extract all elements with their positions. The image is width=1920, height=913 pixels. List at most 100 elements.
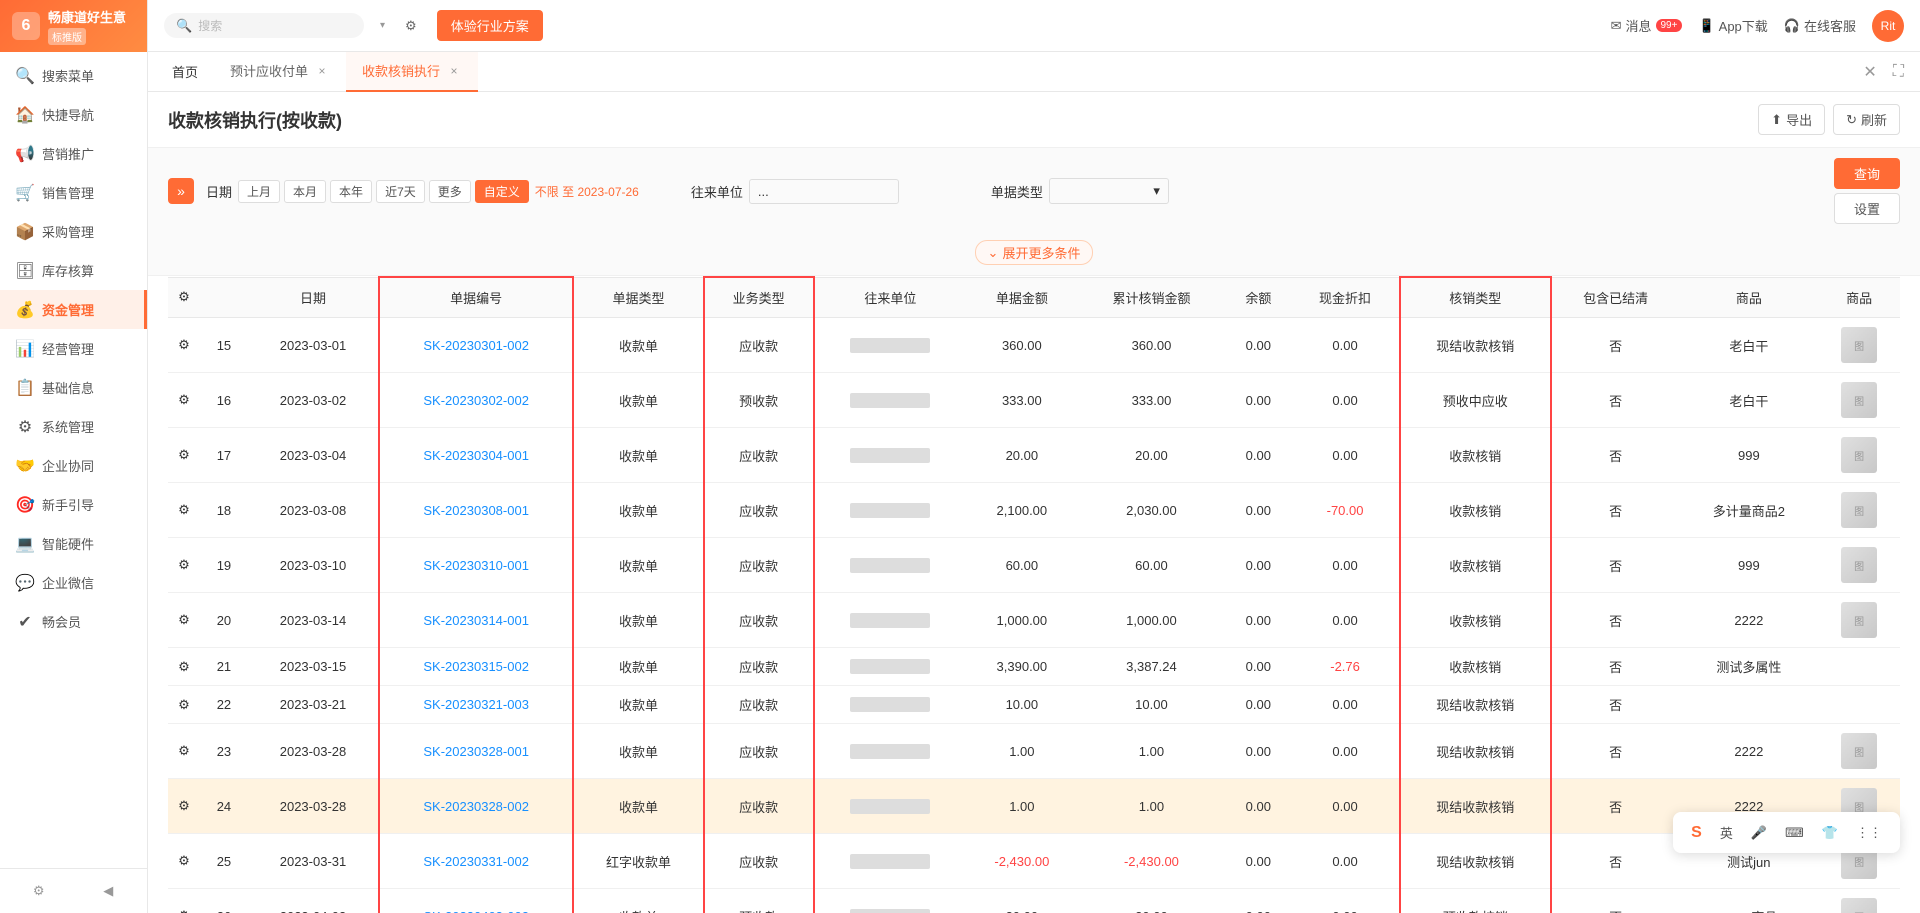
sidebar-item-member[interactable]: ✔ 畅会员 (0, 602, 147, 641)
sidebar-item-enterprise[interactable]: 🤝 企业协同 (0, 446, 147, 485)
cell-settings[interactable]: ⚙ (168, 538, 200, 593)
table-row[interactable]: ⚙ 25 2023-03-31 SK-20230331-002 红字收款单 应收… (168, 834, 1900, 889)
float-eng-btn[interactable]: 英 (1712, 818, 1741, 847)
col-header-cancel-type[interactable]: 核销类型 (1400, 277, 1551, 318)
filter-partner-input[interactable]: ... (749, 179, 899, 204)
cell-order-no[interactable]: SK-20230308-001 (379, 483, 573, 538)
sidebar-item-shortcut[interactable]: 🏠 快捷导航 (0, 95, 147, 134)
tab-home[interactable]: 首页 (156, 52, 214, 92)
col-header-biz-type[interactable]: 业务类型 (704, 277, 814, 318)
float-keyboard-btn[interactable]: ⌨ (1777, 820, 1812, 846)
tab-receipt[interactable]: 收款核销执行 × (346, 52, 478, 92)
table-row[interactable]: ⚙ 19 2023-03-10 SK-20230310-001 收款单 应收款 … (168, 538, 1900, 593)
col-header-amount[interactable]: 单据金额 (966, 277, 1077, 318)
filter-custom-btn[interactable]: 自定义 (475, 180, 529, 203)
filter-this-month-btn[interactable]: 本月 (284, 180, 326, 203)
cell-order-no[interactable]: SK-20230301-002 (379, 318, 573, 373)
cell-settings[interactable]: ⚙ (168, 428, 200, 483)
table-row[interactable]: ⚙ 17 2023-03-04 SK-20230304-001 收款单 应收款 … (168, 428, 1900, 483)
tab-prepay-close[interactable]: × (314, 63, 330, 79)
table-row[interactable]: ⚙ 23 2023-03-28 SK-20230328-001 收款单 应收款 … (168, 724, 1900, 779)
table-row[interactable]: ⚙ 22 2023-03-21 SK-20230321-003 收款单 应收款 … (168, 686, 1900, 724)
sidebar-item-hardware[interactable]: 💻 智能硬件 (0, 524, 147, 563)
cell-settings[interactable]: ⚙ (168, 593, 200, 648)
table-row[interactable]: ⚙ 21 2023-03-15 SK-20230315-002 收款单 应收款 … (168, 648, 1900, 686)
cell-settings[interactable]: ⚙ (168, 483, 200, 538)
cell-settings[interactable]: ⚙ (168, 724, 200, 779)
cell-order-no[interactable]: SK-20230328-001 (379, 724, 573, 779)
cell-order-no[interactable]: SK-20230328-002 (379, 779, 573, 834)
tab-receipt-close[interactable]: × (446, 63, 462, 79)
filter-last-month-btn[interactable]: 上月 (238, 180, 280, 203)
filter-expand-btn[interactable]: » (168, 178, 194, 204)
cell-settings[interactable]: ⚙ (168, 834, 200, 889)
sidebar-item-purchase[interactable]: 📦 采购管理 (0, 212, 147, 251)
sidebar-item-marketing[interactable]: 📢 营销推广 (0, 134, 147, 173)
col-header-receipt-type[interactable]: 单据类型 (573, 277, 703, 318)
col-header-date[interactable]: 日期 (248, 277, 379, 318)
table-row[interactable]: ⚙ 26 2023-04-03 SK-20230403-002 收款单 预收款 … (168, 889, 1900, 913)
cell-settings[interactable]: ⚙ (168, 318, 200, 373)
cell-order-no[interactable]: SK-20230310-001 (379, 538, 573, 593)
tab-close-all-btn[interactable]: ✕ (1859, 58, 1880, 86)
cell-settings[interactable]: ⚙ (168, 373, 200, 428)
col-header-balance[interactable]: 余额 (1225, 277, 1291, 318)
float-shirt-btn[interactable]: 👕 (1814, 820, 1846, 846)
sidebar-item-system[interactable]: ⚙ 系统管理 (0, 407, 147, 446)
table-row[interactable]: ⚙ 24 2023-03-28 SK-20230328-002 收款单 应收款 … (168, 779, 1900, 834)
cell-order-no[interactable]: SK-20230315-002 (379, 648, 573, 686)
collapse-btn[interactable]: ◀ (78, 877, 140, 905)
sidebar-item-basic[interactable]: 📋 基础信息 (0, 368, 147, 407)
filter-this-year-btn[interactable]: 本年 (330, 180, 372, 203)
float-grid-btn[interactable]: ⋮⋮ (1848, 820, 1890, 846)
col-header-settings[interactable]: ⚙ (168, 277, 200, 318)
col-header-product[interactable]: 商品 (1680, 277, 1819, 318)
cell-order-no[interactable]: SK-20230302-002 (379, 373, 573, 428)
sidebar-item-search[interactable]: 🔍 搜索菜单 (0, 56, 147, 95)
settings-bottom-btn[interactable]: ⚙ (8, 877, 70, 905)
table-row[interactable]: ⚙ 16 2023-03-02 SK-20230302-002 收款单 预收款 … (168, 373, 1900, 428)
refresh-btn[interactable]: ↻ 刷新 (1833, 104, 1900, 135)
col-header-discount[interactable]: 现金折扣 (1291, 277, 1399, 318)
cell-settings[interactable]: ⚙ (168, 648, 200, 686)
sidebar-item-sales[interactable]: 🛒 销售管理 (0, 173, 147, 212)
search-box[interactable]: 🔍 搜索 (164, 13, 364, 38)
query-btn[interactable]: 查询 (1834, 158, 1900, 189)
tab-prepay[interactable]: 预计应收付单 × (214, 52, 346, 92)
sidebar-item-inventory[interactable]: 🗄 库存核算 (0, 251, 147, 290)
filter-7days-btn[interactable]: 近7天 (376, 180, 425, 203)
float-mic-btn[interactable]: 🎤 (1743, 820, 1775, 846)
col-header-order-no[interactable]: 单据编号 (379, 277, 573, 318)
sidebar-item-guide[interactable]: 🎯 新手引导 (0, 485, 147, 524)
cell-settings[interactable]: ⚙ (168, 686, 200, 724)
sidebar-item-operation[interactable]: 📊 经营管理 (0, 329, 147, 368)
col-header-verified[interactable]: 累计核销金额 (1078, 277, 1226, 318)
cell-order-no[interactable]: SK-20230321-003 (379, 686, 573, 724)
cell-order-no[interactable]: SK-20230314-001 (379, 593, 573, 648)
app-download-btn[interactable]: 📱 App下载 (1698, 16, 1767, 35)
filter-receipt-type-select[interactable]: ▾ (1049, 178, 1169, 204)
message-btn[interactable]: ✉ 消息 99+ (1611, 16, 1683, 35)
col-header-partner[interactable]: 往来单位 (814, 277, 966, 318)
expand-more-conditions-btn[interactable]: ⌄ 展开更多条件 (975, 240, 1094, 265)
filter-settings-btn[interactable]: 设置 (1834, 193, 1900, 224)
topbar-dropdown-arrow[interactable]: ▾ (380, 20, 385, 31)
industry-btn[interactable]: 体验行业方案 (437, 10, 543, 41)
table-row[interactable]: ⚙ 20 2023-03-14 SK-20230314-001 收款单 应收款 … (168, 593, 1900, 648)
topbar-gear-btn[interactable]: ⚙ (401, 14, 421, 38)
cell-settings[interactable]: ⚙ (168, 889, 200, 913)
online-service-btn[interactable]: 🎧 在线客服 (1784, 16, 1856, 35)
sidebar-item-wechat[interactable]: 💬 企业微信 (0, 563, 147, 602)
cell-settings[interactable]: ⚙ (168, 779, 200, 834)
table-row[interactable]: ⚙ 18 2023-03-08 SK-20230308-001 收款单 应收款 … (168, 483, 1900, 538)
tab-maximize-btn[interactable]: ⛶ (1889, 59, 1908, 85)
filter-more-btn[interactable]: 更多 (429, 180, 471, 203)
user-avatar[interactable]: Rit (1872, 10, 1904, 42)
cell-order-no[interactable]: SK-20230403-002 (379, 889, 573, 913)
col-header-include-settled[interactable]: 包含已结清 (1551, 277, 1680, 318)
export-btn[interactable]: ⬆ 导出 (1758, 104, 1825, 135)
cell-order-no[interactable]: SK-20230331-002 (379, 834, 573, 889)
table-row[interactable]: ⚙ 15 2023-03-01 SK-20230301-002 收款单 应收款 … (168, 318, 1900, 373)
sidebar-item-finance[interactable]: 💰 资金管理 (0, 290, 147, 329)
cell-order-no[interactable]: SK-20230304-001 (379, 428, 573, 483)
